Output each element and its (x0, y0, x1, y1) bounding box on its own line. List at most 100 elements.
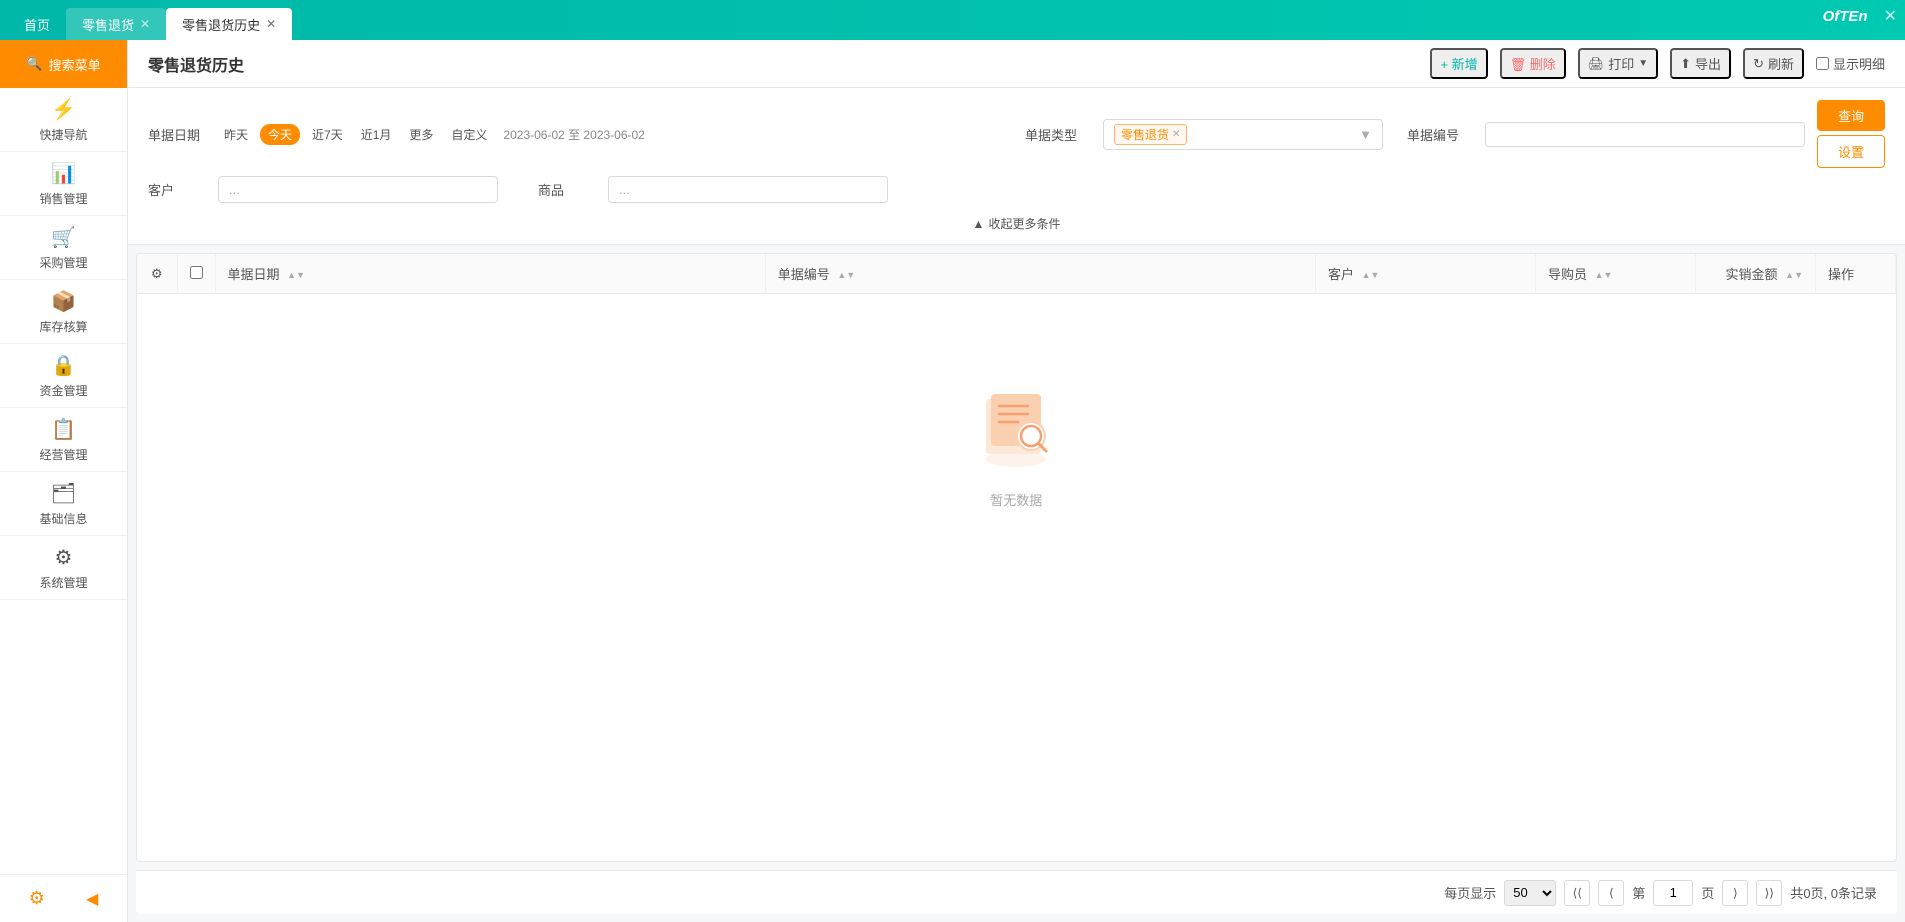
sidebar-item-inventory[interactable]: 📦 库存核算 (0, 280, 127, 344)
prev-page-button[interactable]: ⟨ (1598, 880, 1624, 906)
system-icon: ⚙ (55, 545, 73, 570)
th-guide-label: 导购员 (1548, 267, 1587, 282)
type-filter-tag[interactable]: 零售退货 ✕ (1114, 124, 1187, 145)
toolbar-buttons: + 新增 🗑 删除 🖨 打印 ▼ ⬆ 导出 ↻ 刷新 显示明细 (1430, 48, 1885, 79)
sidebar-item-inventory-label: 库存核算 (39, 318, 87, 335)
th-date[interactable]: 单据日期 ▲▼ (215, 254, 765, 294)
type-filter-label: 单据类型 (1025, 125, 1095, 144)
date-btn-today[interactable]: 今天 (260, 124, 300, 145)
collapse-bar[interactable]: ▲ 收起更多条件 (148, 211, 1885, 236)
new-button[interactable]: + 新增 (1430, 48, 1487, 79)
collapse-up-icon: ▲ (973, 217, 985, 231)
th-action-label: 操作 (1828, 267, 1854, 282)
next-page-button[interactable]: ⟩ (1722, 880, 1748, 906)
date-btn-1month[interactable]: 近1月 (355, 124, 398, 145)
sidebar-item-basic-info-label: 基础信息 (39, 510, 87, 527)
operations-icon: 📋 (51, 417, 76, 442)
customer-placeholder: ... (229, 182, 240, 197)
sidebar-item-purchase-mgmt-label: 采购管理 (39, 254, 87, 271)
print-icon: 🖨 (1588, 56, 1605, 72)
export-button[interactable]: ⬆ 导出 (1670, 48, 1731, 79)
id-filter-label: 单据编号 (1407, 125, 1477, 144)
page-size-select[interactable]: 10 20 50 100 (1504, 880, 1556, 906)
id-filter-input[interactable] (1485, 122, 1805, 147)
tab-retail-return-history-label: 零售退货历史 (182, 15, 260, 34)
type-filter-tag-label: 零售退货 (1121, 126, 1169, 143)
settings-button[interactable]: 设置 (1817, 135, 1885, 168)
empty-text: 暂无数据 (990, 490, 1042, 509)
customer-filter-label: 客户 (148, 180, 218, 199)
th-date-sort-icon: ▲▼ (287, 271, 305, 280)
sidebar-item-purchase-mgmt[interactable]: 🛒 采购管理 (0, 216, 127, 280)
sidebar-item-system[interactable]: ⚙ 系统管理 (0, 536, 127, 600)
sidebar-settings-icon[interactable]: ⚙ (29, 888, 45, 909)
finance-icon: 🔒 (51, 353, 76, 378)
th-customer-label: 客户 (1328, 267, 1354, 282)
page-title: 零售退货历史 (148, 52, 1430, 76)
select-all-checkbox[interactable] (190, 266, 203, 279)
sidebar-item-finance[interactable]: 🔒 资金管理 (0, 344, 127, 408)
print-button[interactable]: 🖨 打印 ▼ (1578, 48, 1658, 79)
sidebar-bottom: ⚙ ◀ (0, 874, 127, 922)
type-filter-select[interactable]: 零售退货 ✕ ▼ (1103, 119, 1383, 150)
sidebar-item-basic-info[interactable]: 🗂 基础信息 (0, 472, 127, 536)
data-table: ⚙ 单据日期 ▲▼ 单据编号 ▲▼ (137, 254, 1896, 589)
empty-state: 暂无数据 (137, 294, 1896, 589)
filter-area: 单据日期 昨天 今天 近7天 近1月 更多 自定义 2023-06-02 至 2… (128, 88, 1905, 245)
th-customer[interactable]: 客户 ▲▼ (1316, 254, 1536, 294)
table-container: ⚙ 单据日期 ▲▼ 单据编号 ▲▼ (136, 253, 1897, 862)
delete-button[interactable]: 🗑 删除 (1500, 48, 1566, 79)
page-input[interactable] (1653, 880, 1693, 906)
tab-retail-return[interactable]: 零售退货 ✕ (66, 8, 166, 40)
th-id-sort-icon: ▲▼ (837, 271, 855, 280)
sidebar-item-quick-nav[interactable]: ⚡ 快捷导航 (0, 88, 127, 152)
table-settings-icon[interactable]: ⚙ (151, 266, 163, 281)
action-buttons: 查询 设置 (1817, 100, 1885, 168)
th-id[interactable]: 单据编号 ▲▼ (765, 254, 1315, 294)
sidebar-item-operations[interactable]: 📋 经营管理 (0, 408, 127, 472)
export-icon: ⬆ (1680, 56, 1691, 72)
goods-filter-input[interactable]: ... (608, 176, 888, 203)
first-page-button[interactable]: ⟨⟨ (1564, 880, 1590, 906)
page-header: 零售退货历史 + 新增 🗑 删除 🖨 打印 ▼ ⬆ 导出 ↻ 刷新 (128, 40, 1905, 88)
window-close-button[interactable]: ✕ (1884, 6, 1897, 26)
th-amount-sort-icon: ▲▼ (1785, 271, 1803, 280)
type-filter-tag-close[interactable]: ✕ (1172, 129, 1180, 140)
main-layout: 🔍 搜索菜单 ⚡ 快捷导航 📊 销售管理 🛒 采购管理 📦 库存核算 🔒 资金管… (0, 40, 1905, 922)
sidebar-search[interactable]: 🔍 搜索菜单 (0, 40, 127, 88)
query-button[interactable]: 查询 (1817, 100, 1885, 131)
page-word: 第 (1632, 883, 1645, 902)
empty-row: 暂无数据 (137, 294, 1896, 590)
customer-filter-input[interactable]: ... (218, 176, 498, 203)
th-guide[interactable]: 导购员 ▲▼ (1536, 254, 1696, 294)
top-bar: 首页 零售退货 ✕ 零售退货历史 ✕ OfTEn ✕ (0, 0, 1905, 40)
sidebar-search-label: 搜索菜单 (49, 55, 101, 74)
sidebar-collapse-icon[interactable]: ◀ (86, 889, 98, 909)
date-btn-yesterday[interactable]: 昨天 (218, 124, 254, 145)
tab-retail-return-history[interactable]: 零售退货历史 ✕ (166, 8, 292, 40)
th-guide-sort-icon: ▲▼ (1595, 271, 1613, 280)
th-amount[interactable]: 实销金额 ▲▼ (1696, 254, 1816, 294)
show-detail-toggle[interactable]: 显示明细 (1816, 54, 1885, 73)
sidebar-item-finance-label: 资金管理 (39, 382, 87, 399)
sidebar-item-operations-label: 经营管理 (39, 446, 87, 463)
sidebar-item-sales-mgmt[interactable]: 📊 销售管理 (0, 152, 127, 216)
tab-retail-return-close[interactable]: ✕ (140, 17, 150, 31)
th-settings[interactable]: ⚙ (137, 254, 177, 294)
show-detail-label: 显示明细 (1833, 54, 1885, 73)
tab-home[interactable]: 首页 (8, 8, 66, 40)
last-page-button[interactable]: ⟩⟩ (1756, 880, 1782, 906)
tab-retail-return-history-close[interactable]: ✕ (266, 17, 276, 31)
th-action: 操作 (1816, 254, 1896, 294)
date-filter-label: 单据日期 (148, 125, 218, 144)
filter-row-1: 单据日期 昨天 今天 近7天 近1月 更多 自定义 2023-06-02 至 2… (148, 100, 1885, 168)
brand-name: OfTEn (1823, 8, 1868, 25)
th-id-label: 单据编号 (778, 267, 830, 282)
th-check[interactable] (177, 254, 215, 294)
refresh-button[interactable]: ↻ 刷新 (1743, 48, 1804, 79)
date-btn-7days[interactable]: 近7天 (306, 124, 349, 145)
date-btn-custom[interactable]: 自定义 (445, 124, 493, 145)
show-detail-checkbox-input[interactable] (1816, 57, 1829, 70)
sales-mgmt-icon: 📊 (51, 161, 76, 186)
date-btn-more[interactable]: 更多 (403, 124, 439, 145)
